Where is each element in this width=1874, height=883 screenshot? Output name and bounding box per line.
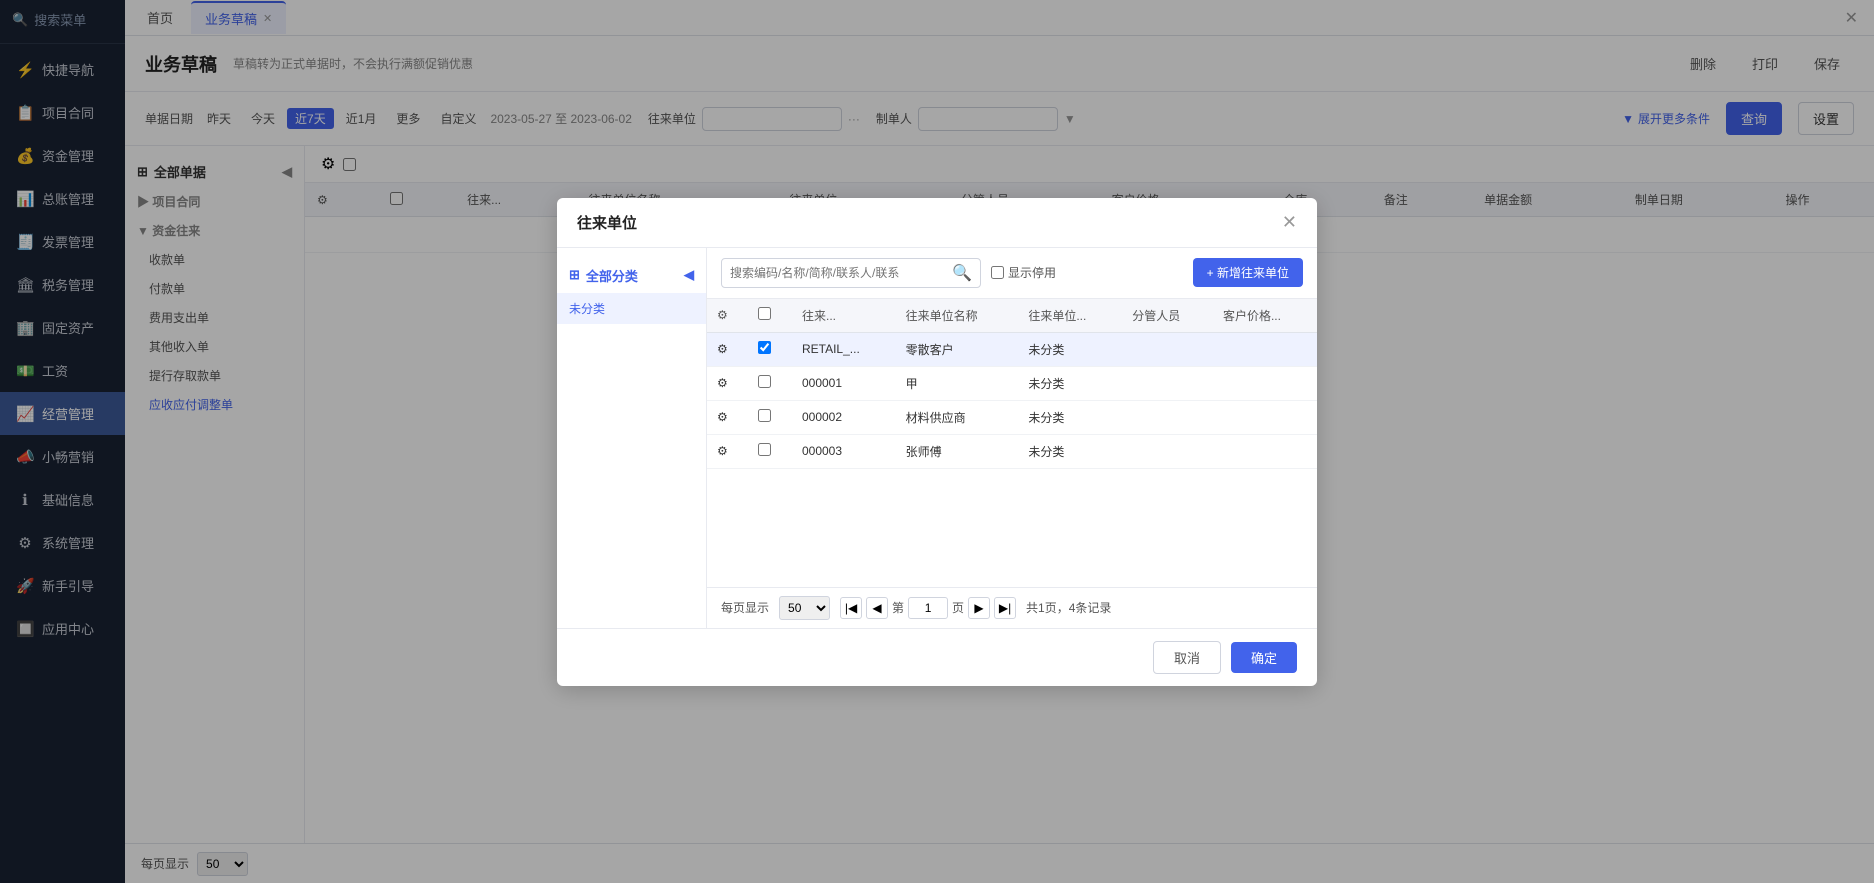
row-manager (1122, 434, 1213, 468)
cancel-button[interactable]: 取消 (1153, 641, 1221, 674)
add-counterparty-button[interactable]: + 新增往来单位 (1193, 258, 1303, 287)
page-no-label: 第 (892, 599, 904, 616)
row-price (1213, 400, 1317, 434)
page-controls: |◀ ◀ 第 页 ▶ ▶| (840, 597, 1016, 619)
dialog-pagination-bar: 每页显示 50 100 |◀ ◀ 第 页 ▶ ▶| 共1页，4条记录 (707, 587, 1317, 628)
row-manager (1122, 366, 1213, 400)
row-code: 000001 (792, 366, 896, 400)
per-page-label: 每页显示 (721, 599, 769, 616)
row-category: 未分类 (1018, 332, 1122, 366)
counterparty-dialog: 往来单位 ✕ ⊞ 全部分类 ◀ 未分类 🔍 (557, 198, 1317, 686)
row-name: 零散客户 (896, 332, 1019, 366)
dialog-col-checkbox (748, 299, 792, 333)
dialog-actions: 取消 确定 (557, 628, 1317, 686)
row-price (1213, 434, 1317, 468)
row-category: 未分类 (1018, 366, 1122, 400)
dialog-table-container: ⚙ 往来... 往来单位名称 往来单位... 分管人员 客户价格... ⚙ RE… (707, 299, 1317, 587)
dialog-table-row[interactable]: ⚙ 000003 张师傅 未分类 (707, 434, 1317, 468)
dialog-body: ⊞ 全部分类 ◀ 未分类 🔍 显示停用 + 新增往来单位 (557, 248, 1317, 628)
confirm-button[interactable]: 确定 (1231, 642, 1297, 673)
row-name: 张师傅 (896, 434, 1019, 468)
dialog-table-row[interactable]: ⚙ 000001 甲 未分类 (707, 366, 1317, 400)
dialog-col-settings: ⚙ (707, 299, 748, 333)
dialog-col-manager: 分管人员 (1122, 299, 1213, 333)
page-first-btn[interactable]: |◀ (840, 597, 862, 619)
dialog-sidebar: ⊞ 全部分类 ◀ 未分类 (557, 248, 707, 628)
dialog-sidebar-all[interactable]: ⊞ 全部分类 ◀ (557, 258, 706, 293)
dialog-search-input[interactable] (730, 266, 946, 280)
dialog-sidebar-collapse-icon[interactable]: ◀ (684, 267, 694, 283)
dialog-search-icon: 🔍 (952, 263, 972, 283)
row-name: 材料供应商 (896, 400, 1019, 434)
dialog-col-name: 往来单位名称 (896, 299, 1019, 333)
row-manager (1122, 332, 1213, 366)
row-gear: ⚙ (707, 434, 748, 468)
dialog-table-row[interactable]: ⚙ RETAIL_... 零散客户 未分类 (707, 332, 1317, 366)
row-manager (1122, 400, 1213, 434)
row-checkbox[interactable] (748, 332, 792, 366)
row-price (1213, 332, 1317, 366)
dialog-search-box[interactable]: 🔍 (721, 258, 981, 288)
page-next-btn[interactable]: ▶ (968, 597, 990, 619)
row-gear: ⚙ (707, 332, 748, 366)
show-disabled-checkbox[interactable] (991, 266, 1004, 279)
per-page-select[interactable]: 50 100 (779, 596, 830, 620)
row-code: 000003 (792, 434, 896, 468)
row-checkbox[interactable] (748, 400, 792, 434)
row-gear: ⚙ (707, 366, 748, 400)
row-checkbox[interactable] (748, 434, 792, 468)
dialog-col-code: 往来... (792, 299, 896, 333)
row-name: 甲 (896, 366, 1019, 400)
row-checkbox[interactable] (748, 366, 792, 400)
row-code: RETAIL_... (792, 332, 896, 366)
dialog-header: 往来单位 ✕ (557, 198, 1317, 248)
page-prev-btn[interactable]: ◀ (866, 597, 888, 619)
dialog-table: ⚙ 往来... 往来单位名称 往来单位... 分管人员 客户价格... ⚙ RE… (707, 299, 1317, 469)
row-category: 未分类 (1018, 400, 1122, 434)
dialog-col-price: 客户价格... (1213, 299, 1317, 333)
dialog-main: 🔍 显示停用 + 新增往来单位 ⚙ 往来... 往来单位名称 (707, 248, 1317, 628)
row-category: 未分类 (1018, 434, 1122, 468)
show-disabled-checkbox-label[interactable]: 显示停用 (991, 264, 1056, 281)
page-text: 页 (952, 599, 964, 616)
dialog-sidebar-unclassified[interactable]: 未分类 (557, 293, 706, 324)
dialog-title: 往来单位 (577, 212, 637, 233)
dialog-close-button[interactable]: ✕ (1282, 212, 1297, 233)
row-gear: ⚙ (707, 400, 748, 434)
row-code: 000002 (792, 400, 896, 434)
total-text: 共1页，4条记录 (1026, 599, 1111, 616)
dialog-toolbar: 🔍 显示停用 + 新增往来单位 (707, 248, 1317, 299)
page-last-btn[interactable]: ▶| (994, 597, 1016, 619)
sidebar-grid-icon: ⊞ (569, 267, 580, 283)
dialog-col-category: 往来单位... (1018, 299, 1122, 333)
row-price (1213, 366, 1317, 400)
page-input[interactable] (908, 597, 948, 619)
dialog-sidebar-all-label: 全部分类 (586, 266, 638, 285)
dialog-table-row[interactable]: ⚙ 000002 材料供应商 未分类 (707, 400, 1317, 434)
